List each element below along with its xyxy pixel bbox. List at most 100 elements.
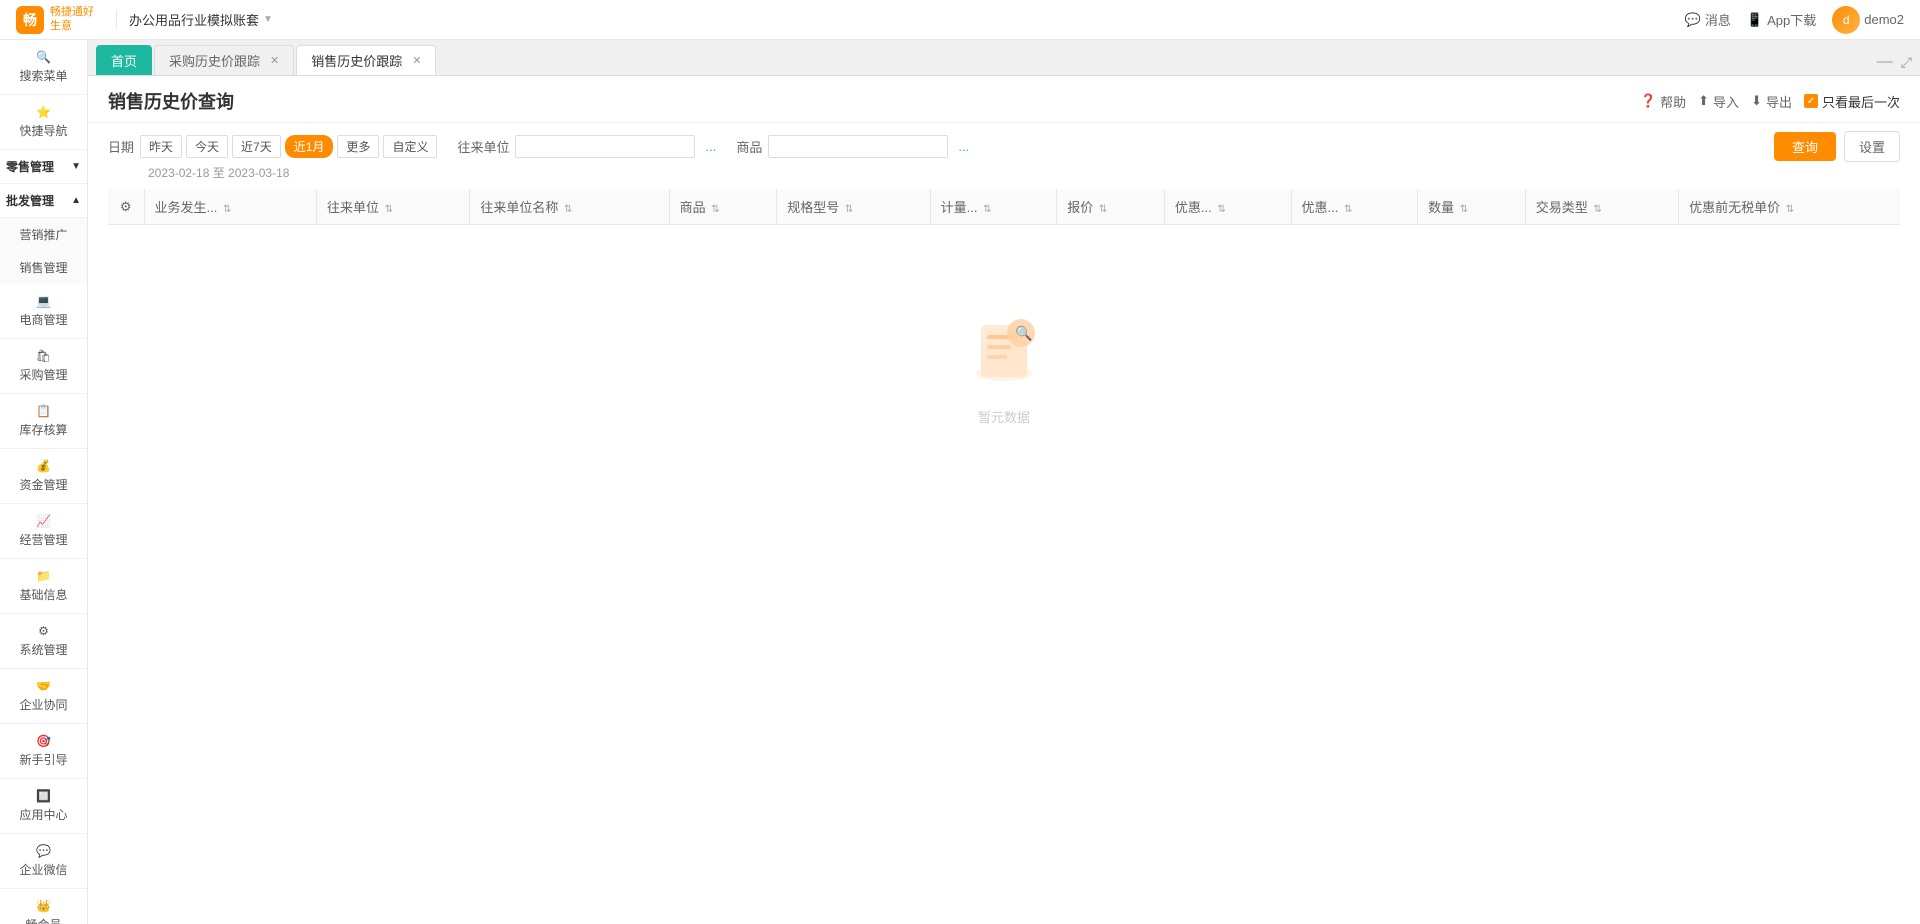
table-header-row: ⚙ 业务发生... ⇅ 往来单位 ⇅ 往来单位名称: [108, 189, 1900, 225]
sidebar-item-operations[interactable]: 📈 经营管理: [0, 504, 87, 559]
sidebar-item-membership[interactable]: 👑 畅会员: [0, 889, 87, 924]
sidebar-item-system-mgmt[interactable]: ⚙ 系统管理: [0, 614, 87, 669]
star-icon: ⭐: [36, 105, 51, 119]
purchase-icon: 🛍: [36, 349, 51, 363]
sidebar-item-wholesale-mgmt[interactable]: 批发管理 ▲: [0, 184, 87, 218]
table-header-goods[interactable]: 商品 ⇅: [669, 189, 777, 225]
sidebar-item-enterprise-collab[interactable]: 🤝 企业协同: [0, 669, 87, 724]
date-btn-today[interactable]: 今天: [186, 135, 228, 158]
sidebar-item-sales-mgmt[interactable]: 销售管理: [0, 251, 87, 284]
table-area: ⚙ 业务发生... ⇅ 往来单位 ⇅ 往来单位名称: [88, 189, 1920, 924]
sidebar-item-quick-nav[interactable]: ⭐ 快捷导航: [0, 95, 87, 150]
wechat-icon: 💬: [36, 844, 51, 858]
table-header-counter-party[interactable]: 往来单位 ⇅: [316, 189, 469, 225]
settings-button[interactable]: 设置: [1844, 131, 1900, 162]
empty-state: 🔍 暂元数据: [108, 225, 1900, 506]
table-settings-icon[interactable]: ⚙: [120, 199, 132, 214]
topbar: 畅 畅捷通好生意 办公用品行业模拟账套 ▼ 💬 消息 📱 App下载 d dem…: [0, 0, 1920, 40]
sidebar-item-inventory[interactable]: 📋 库存核算: [0, 394, 87, 449]
topbar-right: 💬 消息 📱 App下载 d demo2: [1685, 6, 1904, 34]
sidebar-item-purchase-mgmt[interactable]: 🛍 采购管理: [0, 339, 87, 394]
help-btn[interactable]: ❓ 帮助: [1640, 92, 1686, 111]
app-selector[interactable]: 办公用品行业模拟账套 ▼: [116, 10, 273, 29]
tab-home[interactable]: 首页: [96, 45, 152, 75]
sort-icon-biz-date: ⇅: [223, 204, 231, 215]
sort-icon-counter-party: ⇅: [385, 204, 393, 215]
user-profile[interactable]: d demo2: [1832, 6, 1904, 34]
date-btn-custom[interactable]: 自定义: [383, 135, 437, 158]
table-header-discount2[interactable]: 优惠... ⇅: [1291, 189, 1418, 225]
data-table: ⚙ 业务发生... ⇅ 往来单位 ⇅ 往来单位名称: [108, 189, 1900, 225]
sidebar-item-retail-mgmt[interactable]: 零售管理 ▼: [0, 150, 87, 184]
sidebar-item-finance[interactable]: 💰 资金管理: [0, 449, 87, 504]
logo-area: 畅 畅捷通好生意: [16, 6, 100, 34]
membership-icon: 👑: [36, 899, 51, 913]
tab-purchase-history[interactable]: 采购历史价跟踪 ✕: [154, 45, 294, 75]
content-area: 销售历史价查询 ❓ 帮助 ⬆ 导入 ⬇ 导出: [88, 76, 1920, 924]
date-range-display: 2023-02-18 至 2023-03-18: [148, 166, 289, 180]
date-filter-btns: 昨天 今天 近7天 近1月 更多 自定义: [140, 135, 437, 158]
avatar: d: [1832, 6, 1860, 34]
counter-party-more-icon[interactable]: ...: [705, 139, 716, 154]
finance-icon: 💰: [36, 459, 51, 473]
table-header-trade-type[interactable]: 交易类型 ⇅: [1525, 189, 1678, 225]
action-btn-group: 查询 设置: [1774, 131, 1900, 162]
date-btn-1month[interactable]: 近1月: [285, 135, 334, 158]
system-icon: ⚙: [38, 624, 49, 638]
maximize-icon[interactable]: ⤢: [1901, 54, 1912, 71]
date-btn-more[interactable]: 更多: [337, 135, 379, 158]
export-btn[interactable]: ⬇ 导出: [1751, 92, 1792, 111]
table-header-biz-date[interactable]: 业务发生... ⇅: [144, 189, 316, 225]
tab-purchase-history-label: 采购历史价跟踪: [169, 51, 260, 70]
topbar-left: 畅 畅捷通好生意 办公用品行业模拟账套 ▼: [16, 6, 273, 34]
close-sales-history-tab[interactable]: ✕: [412, 54, 421, 67]
table-header-unit[interactable]: 计量... ⇅: [930, 189, 1057, 225]
table-header-counter-party-name[interactable]: 往来单位名称 ⇅: [470, 189, 669, 225]
sidebar-item-new-guide[interactable]: 🎯 新手引导: [0, 724, 87, 779]
close-purchase-history-tab[interactable]: ✕: [270, 54, 279, 67]
table-header-spec[interactable]: 规格型号 ⇅: [777, 189, 930, 225]
main-layout: 🔍 搜索菜单 ⭐ 快捷导航 零售管理 ▼ 批发管理 ▲ 营销推广 销售管理 💻 …: [0, 40, 1920, 924]
table-header-quoted-price[interactable]: 报价 ⇅: [1057, 189, 1165, 225]
sidebar: 🔍 搜索菜单 ⭐ 快捷导航 零售管理 ▼ 批发管理 ▲ 营销推广 销售管理 💻 …: [0, 40, 88, 924]
empty-text: 暂元数据: [978, 407, 1030, 426]
query-button[interactable]: 查询: [1774, 132, 1836, 161]
sort-icon-discount2: ⇅: [1344, 204, 1352, 215]
chevron-up-icon: ▲: [71, 195, 81, 206]
sidebar-item-search-menu[interactable]: 🔍 搜索菜单: [0, 40, 87, 95]
download-btn[interactable]: 📱 App下载: [1747, 10, 1816, 29]
import-icon: ⬆: [1698, 93, 1709, 109]
date-btn-7days[interactable]: 近7天: [232, 135, 281, 158]
sidebar-item-ecom-mgmt[interactable]: 💻 电商管理: [0, 284, 87, 339]
table-header-discount1[interactable]: 优惠... ⇅: [1164, 189, 1291, 225]
collab-icon: 🤝: [36, 679, 51, 693]
table-header-settings[interactable]: ⚙: [108, 189, 144, 225]
sort-icon-quantity: ⇅: [1460, 204, 1468, 215]
tab-sales-history-label: 销售历史价跟踪: [311, 51, 402, 70]
checkbox-icon: [1804, 94, 1818, 108]
sort-icon-quoted-price: ⇅: [1099, 204, 1107, 215]
goods-more-icon[interactable]: ...: [958, 139, 969, 154]
table-header-quantity[interactable]: 数量 ⇅: [1418, 189, 1526, 225]
inventory-icon: 📋: [36, 404, 51, 418]
goods-input[interactable]: [768, 135, 948, 158]
ecom-icon: 💻: [36, 294, 51, 308]
table-header-pre-tax-price[interactable]: 优惠前无税单价 ⇅: [1679, 189, 1900, 225]
sort-icon-trade-type: ⇅: [1593, 204, 1601, 215]
message-btn[interactable]: 💬 消息: [1685, 10, 1731, 29]
minimize-icon[interactable]: —: [1877, 53, 1893, 71]
sidebar-item-basic-info[interactable]: 📁 基础信息: [0, 559, 87, 614]
guide-icon: 🎯: [36, 734, 51, 748]
goods-filter: 商品 ...: [736, 135, 969, 158]
counter-party-input[interactable]: [515, 135, 695, 158]
filter-section: 日期 昨天 今天 近7天 近1月 更多 自定义 往来单位: [88, 123, 1920, 189]
sidebar-item-app-center[interactable]: 🔲 应用中心: [0, 779, 87, 834]
tab-sales-history[interactable]: 销售历史价跟踪 ✕: [296, 45, 436, 75]
logo-text: 畅捷通好生意: [50, 6, 100, 32]
date-filter: 日期 昨天 今天 近7天 近1月 更多 自定义: [108, 135, 437, 158]
sidebar-item-enterprise-wechat[interactable]: 💬 企业微信: [0, 834, 87, 889]
sidebar-item-marketing[interactable]: 营销推广: [0, 218, 87, 251]
date-btn-yesterday[interactable]: 昨天: [140, 135, 182, 158]
only-last-checkbox[interactable]: 只看最后一次: [1804, 92, 1900, 111]
import-btn[interactable]: ⬆ 导入: [1698, 92, 1739, 111]
